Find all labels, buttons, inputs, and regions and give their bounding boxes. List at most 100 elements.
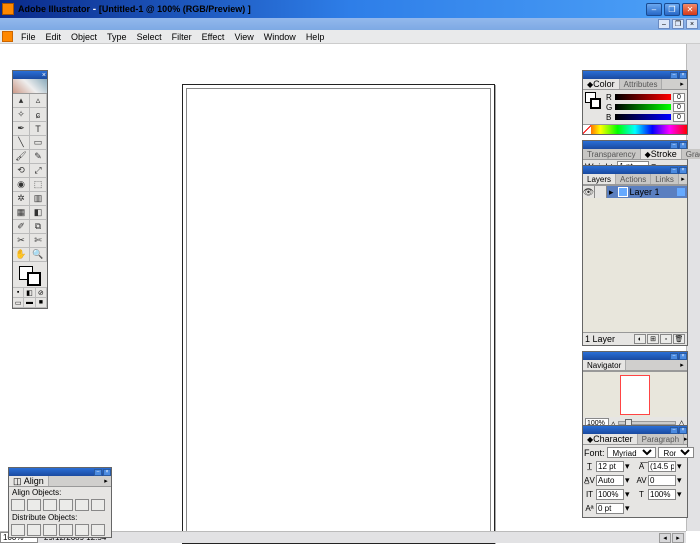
color-panel-menu[interactable]: ▸ — [677, 79, 687, 89]
menu-filter[interactable]: Filter — [167, 32, 197, 42]
layer-row[interactable]: 👁 ▸ Layer 1 — [583, 186, 687, 198]
pencil-tool[interactable]: ✎ — [30, 150, 47, 164]
distribute-vcenter-button[interactable] — [27, 524, 41, 536]
make-clipping-mask-button[interactable]: ◐ — [634, 334, 646, 344]
align-vcenter-button[interactable] — [75, 499, 89, 511]
menu-help[interactable]: Help — [301, 32, 330, 42]
menu-file[interactable]: File — [16, 32, 41, 42]
menu-effect[interactable]: Effect — [197, 32, 230, 42]
b-slider[interactable] — [615, 114, 671, 120]
tab-color[interactable]: ◆ Color — [583, 79, 620, 89]
baseline-field[interactable] — [596, 503, 624, 514]
selection-tool[interactable]: ▴ — [13, 94, 30, 108]
distribute-top-button[interactable] — [11, 524, 25, 536]
dropdown-icon[interactable]: ▾ — [625, 461, 630, 472]
g-value[interactable]: 0 — [673, 103, 685, 112]
rotate-tool[interactable]: ⟲ — [13, 164, 30, 178]
hand-tool[interactable]: ✋ — [13, 248, 30, 262]
mdi-restore-button[interactable]: ❐ — [672, 19, 684, 29]
line-tool[interactable]: ╲ — [13, 136, 30, 150]
gradient-tool[interactable]: ◧ — [30, 206, 47, 220]
toolbox-titlebar[interactable]: × — [13, 71, 47, 79]
warp-tool[interactable]: ◉ — [13, 178, 30, 192]
font-family-select[interactable]: Myriad — [607, 447, 656, 458]
expand-icon[interactable]: ▸ — [609, 187, 614, 198]
align-panel-titlebar[interactable]: –× — [9, 468, 111, 476]
tab-paragraph[interactable]: Paragraph — [638, 434, 684, 444]
scale-tool[interactable]: ⤢ — [30, 164, 47, 178]
blend-tool[interactable]: ⧉ — [30, 220, 47, 234]
font-size-field[interactable] — [596, 461, 624, 472]
minimize-button[interactable]: – — [646, 3, 662, 16]
screen-mode-normal[interactable]: ▭ — [13, 298, 24, 308]
hscale-field[interactable] — [648, 489, 676, 500]
align-bottom-button[interactable] — [91, 499, 105, 511]
menu-view[interactable]: View — [229, 32, 258, 42]
distribute-bottom-button[interactable] — [43, 524, 57, 536]
gradient-mode-button[interactable]: ◧ — [24, 288, 35, 298]
font-style-select[interactable]: Roman — [658, 447, 694, 458]
tab-layers[interactable]: Layers — [583, 174, 616, 184]
spectrum-bar[interactable] — [583, 124, 687, 134]
character-panel-titlebar[interactable]: –× — [583, 426, 687, 434]
menu-edit[interactable]: Edit — [41, 32, 67, 42]
align-hcenter-button[interactable] — [27, 499, 41, 511]
mesh-tool[interactable]: ▦ — [13, 206, 30, 220]
scissors-tool[interactable]: ✄ — [30, 234, 47, 248]
tab-navigator[interactable]: Navigator — [583, 360, 626, 370]
dropdown-icon[interactable]: ▾ — [625, 475, 630, 486]
screen-mode-full-menu[interactable]: ▬ — [24, 298, 35, 308]
free-transform-tool[interactable]: ⬚ — [30, 178, 47, 192]
new-layer-button[interactable]: ▫ — [660, 334, 672, 344]
dropdown-icon[interactable]: ▾ — [677, 489, 682, 500]
tracking-field[interactable] — [648, 475, 676, 486]
dropdown-icon[interactable]: ▾ — [625, 489, 630, 500]
color-panel-titlebar[interactable]: –× — [583, 71, 687, 79]
type-tool[interactable]: T — [30, 122, 47, 136]
pen-tool[interactable]: ✒ — [13, 122, 30, 136]
navigator-panel-titlebar[interactable]: –× — [583, 352, 687, 360]
scroll-left-button[interactable]: ◂ — [659, 533, 671, 543]
layers-panel-menu[interactable]: ▸ — [679, 174, 687, 184]
menu-select[interactable]: Select — [132, 32, 167, 42]
r-slider[interactable] — [615, 94, 671, 100]
character-panel-menu[interactable]: ▸ — [684, 434, 688, 444]
eyedropper-tool[interactable]: ✐ — [13, 220, 30, 234]
direct-selection-tool[interactable]: ▵ — [30, 94, 47, 108]
g-slider[interactable] — [615, 104, 671, 110]
screen-mode-full[interactable]: ■ — [36, 298, 47, 308]
symbol-sprayer-tool[interactable]: ✲ — [13, 192, 30, 206]
magic-wand-tool[interactable]: ✧ — [13, 108, 30, 122]
mdi-close-button[interactable]: × — [686, 19, 698, 29]
delete-layer-button[interactable]: 🗑 — [673, 334, 685, 344]
none-mode-button[interactable]: ⊘ — [36, 288, 47, 298]
distribute-left-button[interactable] — [59, 524, 73, 536]
navigator-thumbnail[interactable] — [620, 375, 650, 415]
vscale-field[interactable] — [596, 489, 624, 500]
close-button[interactable]: ✕ — [682, 3, 698, 16]
menu-object[interactable]: Object — [66, 32, 102, 42]
tab-gradient[interactable]: Gradient — [682, 149, 700, 159]
align-top-button[interactable] — [59, 499, 73, 511]
fill-stroke-swatch[interactable] — [13, 262, 47, 288]
menu-window[interactable]: Window — [259, 32, 301, 42]
tab-links[interactable]: Links — [651, 174, 679, 184]
mdi-minimize-button[interactable]: – — [658, 19, 670, 29]
tab-align[interactable]: ◫ Align — [9, 476, 49, 486]
scroll-right-button[interactable]: ▸ — [672, 533, 684, 543]
paintbrush-tool[interactable]: 🖌 — [13, 150, 30, 164]
visibility-icon[interactable]: 👁 — [583, 186, 595, 198]
lasso-tool[interactable]: ɕ — [30, 108, 47, 122]
stroke-swatch[interactable] — [27, 272, 41, 286]
menu-type[interactable]: Type — [102, 32, 132, 42]
slice-tool[interactable]: ✂ — [13, 234, 30, 248]
tab-transparency[interactable]: Transparency — [583, 149, 641, 159]
navigator-view[interactable] — [583, 371, 687, 417]
tab-character[interactable]: ◆ Character — [583, 434, 638, 444]
create-sublayer-button[interactable]: ⊞ — [647, 334, 659, 344]
dropdown-icon[interactable]: ▾ — [677, 461, 682, 472]
b-value[interactable]: 0 — [673, 113, 685, 122]
layer-target-icon[interactable] — [677, 188, 685, 196]
stroke-color-icon[interactable] — [590, 98, 601, 109]
tab-actions[interactable]: Actions — [616, 174, 651, 184]
